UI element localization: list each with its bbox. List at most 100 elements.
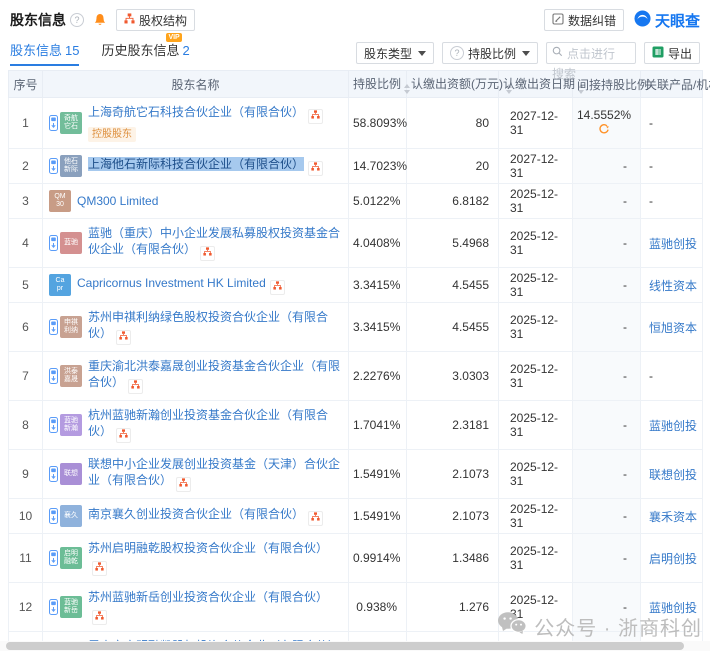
shareholder-name-link[interactable]: 南京襄久创业投资合伙企业（有限合伙） [88, 507, 304, 521]
indirect-value: - [623, 467, 627, 481]
table-row: 2 他石 新际 上海他石新际科技合伙企业（有限合伙） 14.7023% 20 20… [8, 148, 703, 184]
product-link[interactable]: 联想创投 [649, 468, 697, 482]
data-correction-button[interactable]: 数据纠错 [543, 9, 624, 31]
equity-chart-icon[interactable] [176, 477, 192, 492]
help-icon [449, 46, 464, 60]
export-button[interactable]: 导出 [643, 42, 700, 64]
product-link[interactable]: 蓝驰创投 [649, 419, 697, 433]
sort-icon[interactable] [404, 83, 411, 94]
penetrate-icon[interactable] [49, 368, 58, 384]
row-index: 10 [18, 509, 33, 523]
shareholder-avatar: 洪泰 嘉晟 [60, 365, 82, 387]
date-value: 2025-12-31 [510, 544, 559, 572]
ratio-value: 0.9914% [353, 551, 401, 565]
amount-value: 20 [475, 159, 489, 173]
row-index: 5 [22, 278, 29, 292]
equity-chart-icon[interactable] [116, 428, 132, 443]
shareholder-name-link[interactable]: 上海奇航它石科技合伙企业（有限合伙） [88, 105, 304, 119]
header: 股东信息 股权结构 数据纠错 天眼 [0, 0, 710, 81]
col-amount[interactable]: 认缴出资额(万元) [406, 70, 512, 98]
row-index: 8 [22, 418, 29, 432]
ratio-value: 1.5491% [353, 509, 401, 523]
indirect-value: - [623, 551, 627, 565]
equity-chart-icon[interactable] [200, 246, 216, 261]
equity-chart-icon[interactable] [92, 610, 107, 625]
shareholder-table: 序号 股东名称 持股比例 认缴出资额(万元) 认缴出资日期 间接持股比例 关联产… [8, 70, 710, 651]
penetrate-icon[interactable] [49, 235, 58, 251]
row-index: 9 [22, 467, 29, 481]
shareholder-info-panel: 股东信息 股权结构 数据纠错 天眼 [0, 0, 710, 651]
equity-chart-icon[interactable] [269, 280, 285, 295]
indirect-refresh-icon[interactable] [598, 123, 610, 138]
search-field[interactable]: 点击进行 搜索 [545, 42, 636, 81]
product-link[interactable]: 恒旭资本 [649, 321, 697, 335]
table-row: 3 QM 30 QM300 Limited 5.0122% 6.8182 2025… [8, 183, 703, 219]
product-link[interactable]: 蓝驰创投 [649, 237, 697, 251]
equity-chart-icon[interactable] [116, 330, 132, 345]
ratio-value: 3.3415% [353, 320, 401, 334]
ratio-value: 2.2276% [353, 369, 401, 383]
col-index: 序号 [8, 70, 43, 98]
tianyancha-logo-icon [634, 10, 651, 30]
amount-value: 3.0303 [452, 369, 489, 383]
shareholder-name-link[interactable]: 苏州启明融乾股权投资合伙企业（有限合伙） [88, 541, 328, 555]
equity-structure-button[interactable]: 股权结构 [116, 9, 196, 31]
product-link[interactable]: 襄禾资本 [649, 510, 697, 524]
col-ratio[interactable]: 持股比例 [348, 70, 411, 98]
penetrate-icon[interactable] [49, 466, 58, 482]
ratio-value: 5.0122% [353, 194, 401, 208]
penetrate-icon[interactable] [49, 550, 58, 566]
ratio-value: 3.3415% [353, 278, 401, 292]
penetrate-icon[interactable] [49, 115, 58, 131]
penetrate-icon[interactable] [49, 417, 58, 433]
tab-shareholder-info[interactable]: 股东信息 15 [10, 40, 80, 66]
shareholder-avatar: 蓝驰 新瀚 [60, 414, 82, 436]
shareholder-avatar: 申祺 利纳 [60, 316, 82, 338]
shareholder-avatar: 他石 新际 [60, 155, 82, 177]
penetrate-icon[interactable] [49, 319, 58, 335]
table-row: 4 蓝驰 蓝驰（重庆）中小企业发展私募股权投资基金合伙企业（有限合伙） 4.04… [8, 218, 703, 268]
amount-value: 4.5455 [452, 320, 489, 334]
equity-chart-icon[interactable] [308, 511, 324, 526]
tab-history-shareholder-info[interactable]: 历史股东信息2 [101, 33, 190, 66]
shareholder-name-link[interactable]: Capricornus Investment HK Limited [77, 276, 266, 290]
amount-value: 80 [475, 116, 489, 130]
product-link: - [649, 369, 653, 383]
help-icon[interactable] [70, 13, 84, 27]
penetrate-icon[interactable] [49, 599, 58, 615]
equity-chart-icon[interactable] [308, 161, 324, 176]
penetrate-icon[interactable] [49, 508, 58, 524]
tianyancha-logo[interactable]: 天眼查 [634, 10, 700, 31]
product-link[interactable]: 启明创投 [649, 552, 697, 566]
indirect-value: 14.5552% [577, 108, 632, 122]
row-index: 4 [22, 236, 29, 250]
horizontal-scrollbar[interactable] [0, 641, 710, 651]
ratio-value: 58.8093% [353, 116, 408, 130]
shareholder-name-link[interactable]: 重庆渝北洪泰嘉晟创业投资基金合伙企业（有限合伙） [88, 359, 340, 389]
row-index: 7 [22, 369, 29, 383]
shareholder-name-link[interactable]: 苏州蓝驰新岳创业投资合伙企业（有限合伙） [88, 590, 328, 604]
scrollbar-thumb[interactable] [6, 642, 684, 650]
shareholder-type-dropdown[interactable]: 股东类型 [355, 42, 434, 64]
date-value: 2025-12-31 [510, 411, 559, 439]
holding-ratio-dropdown[interactable]: 持股比例 [441, 42, 538, 64]
equity-chart-icon[interactable] [92, 561, 107, 576]
penetrate-icon[interactable] [49, 158, 58, 174]
shareholder-name-link[interactable]: 联想中小企业发展创业投资基金（天津）合伙企业（有限合伙） [88, 457, 340, 487]
product-link: - [649, 159, 653, 173]
indirect-value: - [623, 418, 627, 432]
amount-value: 6.8182 [452, 194, 489, 208]
bell-icon[interactable] [93, 13, 107, 27]
shareholder-name-link[interactable]: QM300 Limited [77, 194, 158, 208]
amount-value: 2.1073 [452, 467, 489, 481]
equity-chart-icon[interactable] [308, 109, 324, 124]
shareholder-name-link[interactable]: 上海他石新际科技合伙企业（有限合伙） [88, 157, 305, 171]
product-link[interactable]: 线性资本 [649, 279, 697, 293]
col-product: 关联产品/机构 [640, 70, 710, 98]
shareholder-tag: 控股股东 [88, 127, 136, 142]
date-value: 2025-12-31 [510, 362, 559, 390]
ratio-value: 1.7041% [353, 418, 401, 432]
date-value: 2027-12-31 [510, 152, 559, 180]
equity-chart-icon[interactable] [128, 379, 144, 394]
table-row: 10 襄久 南京襄久创业投资合伙企业（有限合伙） 1.5491% 2.1073 … [8, 498, 703, 534]
